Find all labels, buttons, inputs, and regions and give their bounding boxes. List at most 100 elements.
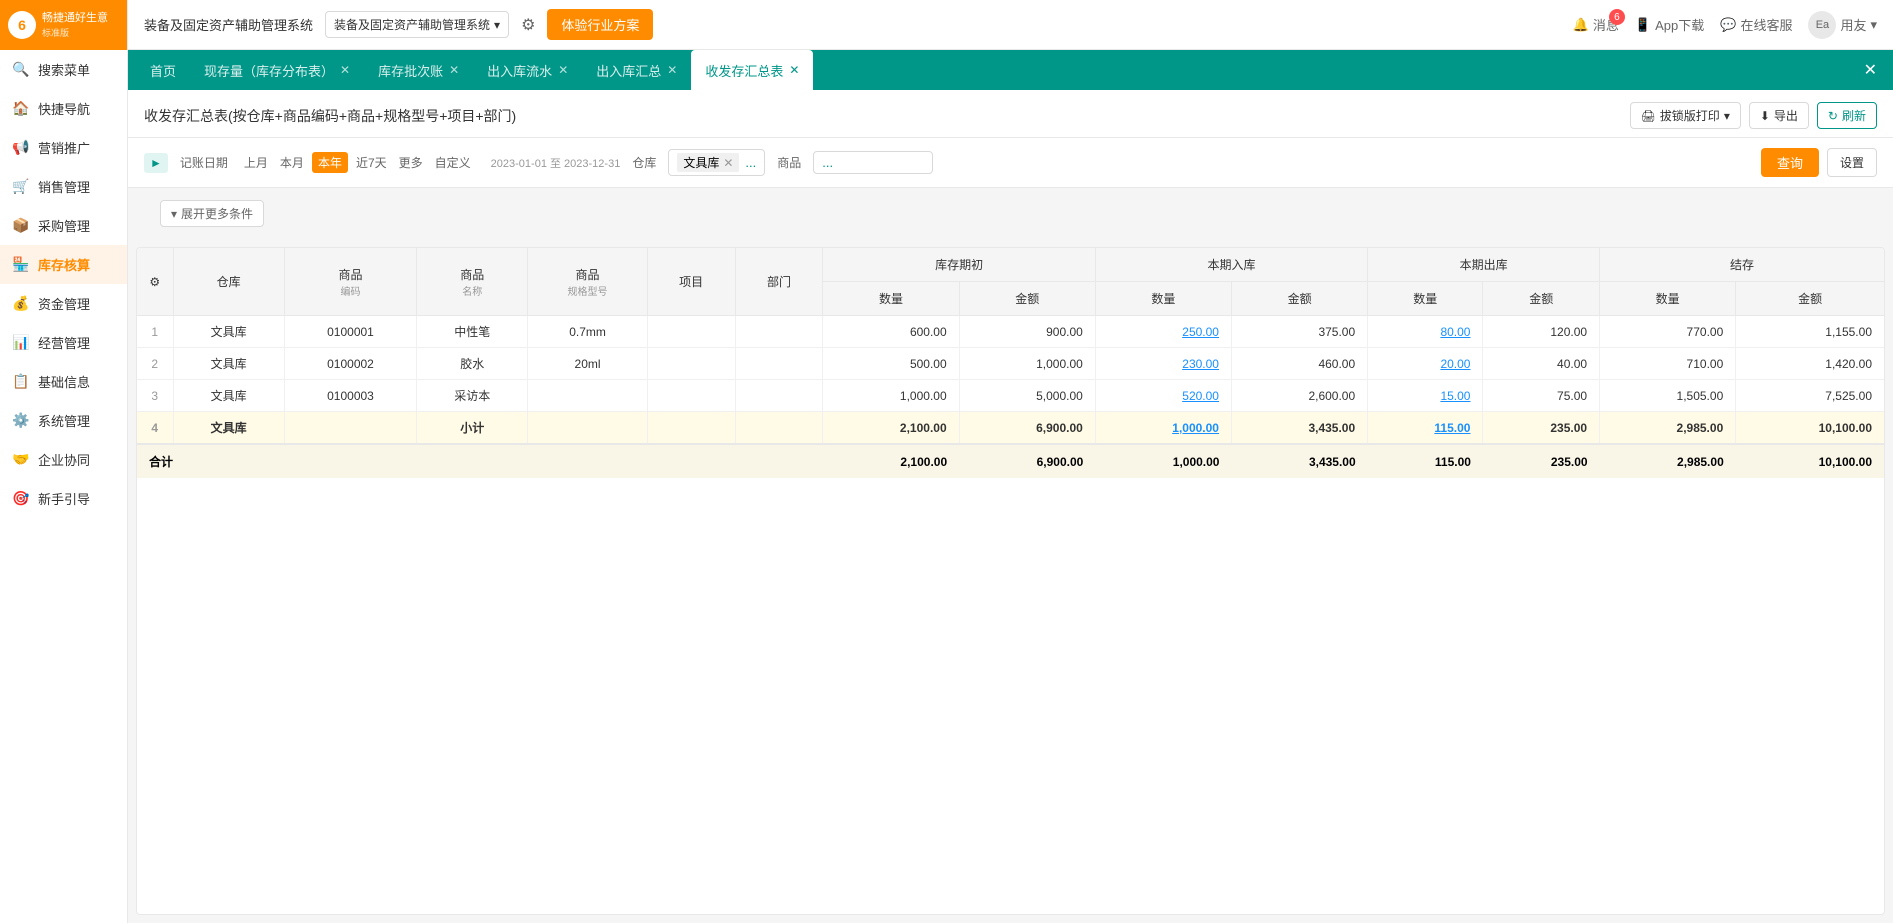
cell-name: 胶水 [417, 348, 528, 380]
cell-no: 1 [137, 316, 173, 348]
app-edition: 标准版 [42, 26, 108, 39]
th-code: 商品编码 [284, 248, 416, 316]
tag-close-icon[interactable]: ✕ [723, 156, 733, 170]
tab-flow[interactable]: 出入库流水 ✕ [473, 50, 582, 90]
system-selector[interactable]: 装备及固定资产辅助管理系统 ▾ [325, 11, 509, 38]
query-button[interactable]: 查询 [1761, 148, 1819, 177]
sidebar-item-system[interactable]: ⚙️ 系统管理 [0, 401, 127, 440]
close-all-icon[interactable]: ✕ [1856, 60, 1885, 80]
sidebar-item-quicknav[interactable]: 🏠 快捷导航 [0, 89, 127, 128]
sidebar-item-purchase[interactable]: 📦 采购管理 [0, 206, 127, 245]
cell-in-qty[interactable]: 230.00 [1095, 348, 1231, 380]
settings-icon[interactable]: ⚙ [521, 15, 535, 35]
cell-project [647, 412, 735, 445]
filter-expand-btn[interactable]: ► [144, 153, 168, 173]
date-btn-custom[interactable]: 自定义 [431, 152, 475, 173]
tab-home[interactable]: 首页 [136, 50, 190, 90]
cell-start-qty: 1,000.00 [823, 380, 959, 412]
cell-out-qty[interactable]: 20.00 [1368, 348, 1483, 380]
tab-close-icon[interactable]: ✕ [340, 63, 350, 77]
tab-batch[interactable]: 库存批次账 ✕ [364, 50, 473, 90]
app-download-button[interactable]: 📱 App下载 [1635, 15, 1704, 34]
cell-dept [735, 380, 823, 412]
sidebar-item-label: 基础信息 [38, 372, 90, 391]
cell-no: 4 [137, 412, 173, 445]
sidebar-item-finance[interactable]: 💰 资金管理 [0, 284, 127, 323]
messages-button[interactable]: 🔔 消息 6 [1573, 15, 1619, 34]
filter-bar: ► 记账日期 上月 本月 本年 近7天 更多 自定义 2023-01-01 至 … [128, 138, 1893, 188]
sidebar-item-sales[interactable]: 🛒 销售管理 [0, 167, 127, 206]
export-icon: ⬇ [1760, 109, 1770, 123]
page-content: 收发存汇总表(按仓库+商品编码+商品+规格型号+项目+部门) 🖨 拔锁版打印 ▾… [128, 90, 1893, 923]
th-project: 项目 [647, 248, 735, 316]
tab-summary[interactable]: 出入库汇总 ✕ [582, 50, 691, 90]
date-btn-7days[interactable]: 近7天 [352, 152, 391, 173]
chevron-down-icon: ▾ [1724, 109, 1730, 123]
sidebar-item-basic[interactable]: 📋 基础信息 [0, 362, 127, 401]
download-icon: 📱 [1635, 17, 1651, 33]
tab-close-icon[interactable]: ✕ [449, 63, 459, 77]
print-button[interactable]: 🖨 拔锁版打印 ▾ [1630, 102, 1741, 129]
footer-label: 合计 [137, 444, 823, 478]
setting-button[interactable]: 设置 [1827, 148, 1877, 177]
export-button[interactable]: ⬇ 导出 [1749, 102, 1809, 129]
warehouse-more-icon[interactable]: ... [745, 155, 756, 170]
cell-in-qty[interactable]: 1,000.00 [1095, 412, 1231, 445]
sidebar-item-operation[interactable]: 📊 经营管理 [0, 323, 127, 362]
footer-balance-amt: 10,100.00 [1736, 444, 1884, 478]
cell-out-qty[interactable]: 80.00 [1368, 316, 1483, 348]
cell-balance-amt: 1,420.00 [1736, 348, 1884, 380]
online-service-button[interactable]: 💬 在线客服 [1720, 15, 1792, 34]
th-dept: 部门 [735, 248, 823, 316]
footer-in-qty: 1,000.00 [1095, 444, 1231, 478]
cell-start-amt: 5,000.00 [959, 380, 1095, 412]
cell-name: 中性笔 [417, 316, 528, 348]
th-group-in: 本期入库 [1095, 248, 1367, 282]
th-balance-qty: 数量 [1600, 282, 1736, 316]
app-title: 畅捷通好生意 [42, 11, 108, 25]
tab-collect-summary[interactable]: 收发存汇总表 ✕ [691, 50, 813, 90]
date-btn-lastmonth[interactable]: 上月 [240, 152, 272, 173]
cart-icon: 🛒 [12, 178, 30, 196]
sidebar-item-enterprise[interactable]: 🤝 企业协同 [0, 440, 127, 479]
footer-start-qty: 2,100.00 [823, 444, 959, 478]
goods-filter-input[interactable]: ... [813, 151, 933, 174]
sidebar-item-marketing[interactable]: 📢 营销推广 [0, 128, 127, 167]
sidebar-item-search[interactable]: 🔍 搜索菜单 [0, 50, 127, 89]
tab-close-icon[interactable]: ✕ [558, 63, 568, 77]
warehouse-filter-input[interactable]: 文具库 ✕ ... [668, 149, 765, 176]
sidebar-item-label: 资金管理 [38, 294, 90, 313]
table-settings-header[interactable]: ⚙ [137, 248, 173, 316]
date-btn-thisyear[interactable]: 本年 [312, 152, 348, 173]
th-group-balance: 结存 [1600, 248, 1884, 282]
th-out-qty: 数量 [1368, 282, 1483, 316]
cell-out-amt: 120.00 [1483, 316, 1600, 348]
cell-in-qty[interactable]: 520.00 [1095, 380, 1231, 412]
th-name: 商品名称 [417, 248, 528, 316]
date-range-display: 2023-01-01 至 2023-12-31 [491, 155, 621, 171]
cell-warehouse: 文具库 [173, 348, 284, 380]
trial-button[interactable]: 体验行业方案 [547, 9, 653, 40]
date-btn-more[interactable]: 更多 [395, 152, 427, 173]
cell-code: 0100001 [284, 316, 416, 348]
page-title: 收发存汇总表(按仓库+商品编码+商品+规格型号+项目+部门) [144, 106, 516, 126]
tab-close-icon[interactable]: ✕ [667, 63, 677, 77]
tab-stock-dist[interactable]: 现存量（库存分布表） ✕ [190, 50, 364, 90]
sidebar-item-inventory[interactable]: 🏪 库存核算 [0, 245, 127, 284]
cell-out-qty[interactable]: 15.00 [1368, 380, 1483, 412]
tab-close-icon[interactable]: ✕ [789, 63, 799, 77]
cell-start-qty: 500.00 [823, 348, 959, 380]
user-menu[interactable]: Ea 用友 ▾ [1808, 11, 1877, 39]
sidebar-item-guide[interactable]: 🎯 新手引导 [0, 479, 127, 518]
messages-badge: 6 [1609, 9, 1625, 25]
expand-icon: ▾ [171, 207, 177, 221]
cell-balance-amt: 10,100.00 [1736, 412, 1884, 445]
cell-in-qty[interactable]: 250.00 [1095, 316, 1231, 348]
cell-start-qty: 2,100.00 [823, 412, 959, 445]
refresh-button[interactable]: ↻ 刷新 [1817, 102, 1877, 129]
cell-out-qty[interactable]: 115.00 [1368, 412, 1483, 445]
expand-more-button[interactable]: ▾ 展开更多条件 [160, 200, 264, 227]
date-btn-thismonth[interactable]: 本月 [276, 152, 308, 173]
sidebar: 6 畅捷通好生意 标准版 🔍 搜索菜单 🏠 快捷导航 📢 营销推广 🛒 销售管理… [0, 0, 128, 923]
goods-more-icon[interactable]: ... [822, 155, 833, 170]
